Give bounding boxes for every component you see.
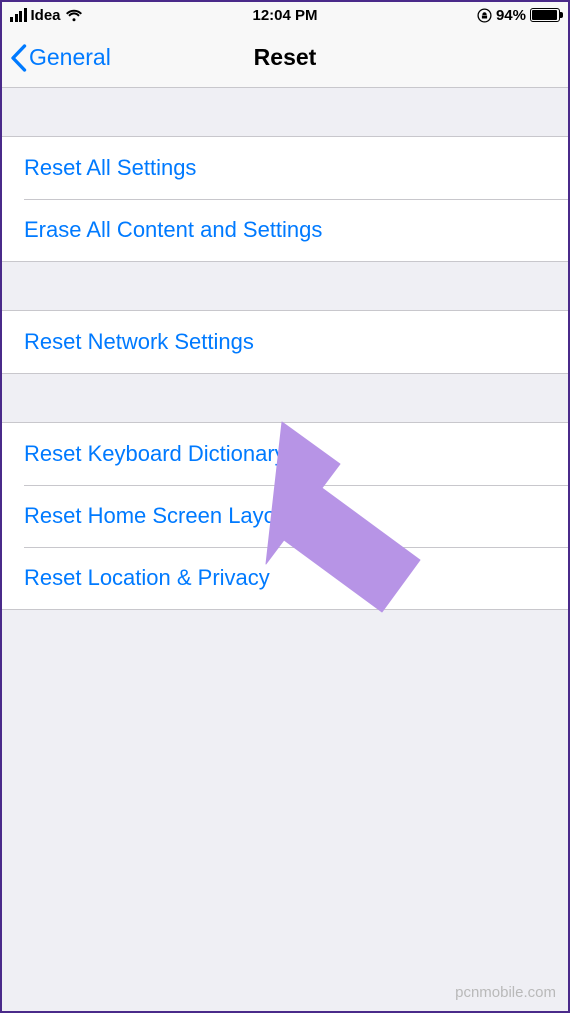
back-label: General — [29, 44, 111, 71]
watermark: pcnmobile.com — [455, 984, 556, 1001]
group-spacer — [2, 88, 568, 136]
list-group-2: Reset Network Settings — [2, 310, 568, 374]
status-bar: Idea 12:04 PM 94% — [2, 2, 568, 28]
item-label: Reset Network Settings — [24, 329, 254, 355]
status-right: 94% — [477, 7, 560, 24]
wifi-icon — [65, 9, 83, 22]
back-button[interactable]: General — [10, 44, 111, 72]
list-group-3: Reset Keyboard Dictionary Reset Home Scr… — [2, 422, 568, 610]
item-label: Reset Keyboard Dictionary — [24, 441, 286, 467]
erase-all-content-item[interactable]: Erase All Content and Settings — [2, 199, 568, 261]
battery-icon — [530, 8, 560, 22]
group-spacer — [2, 262, 568, 310]
list-group-1: Reset All Settings Erase All Content and… — [2, 136, 568, 262]
nav-bar: General Reset — [2, 28, 568, 88]
signal-icon — [10, 8, 27, 22]
battery-percent: 94% — [496, 7, 526, 24]
reset-location-privacy-item[interactable]: Reset Location & Privacy — [2, 547, 568, 609]
reset-home-screen-layout-item[interactable]: Reset Home Screen Layout — [2, 485, 568, 547]
reset-keyboard-dictionary-item[interactable]: Reset Keyboard Dictionary — [2, 423, 568, 485]
item-label: Reset Home Screen Layout — [24, 503, 294, 529]
carrier-label: Idea — [31, 7, 61, 24]
item-label: Erase All Content and Settings — [24, 217, 322, 243]
status-left: Idea — [10, 7, 83, 24]
item-label: Reset Location & Privacy — [24, 565, 270, 591]
reset-network-settings-item[interactable]: Reset Network Settings — [2, 311, 568, 373]
status-time: 12:04 PM — [252, 7, 317, 24]
page-title: Reset — [254, 44, 317, 71]
group-spacer — [2, 374, 568, 422]
reset-all-settings-item[interactable]: Reset All Settings — [2, 137, 568, 199]
chevron-left-icon — [10, 44, 27, 72]
orientation-lock-icon — [477, 8, 492, 23]
item-label: Reset All Settings — [24, 155, 196, 181]
